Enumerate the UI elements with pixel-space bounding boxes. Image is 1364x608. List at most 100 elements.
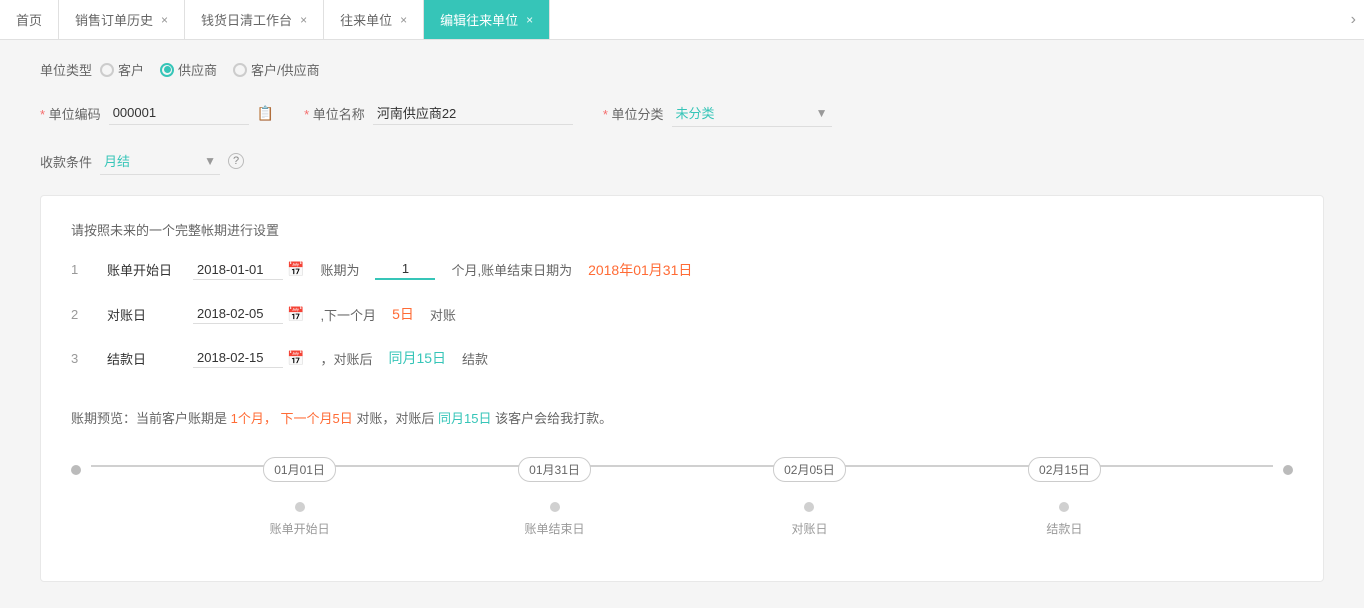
radio-supplier-circle — [160, 63, 174, 77]
period-input[interactable] — [375, 259, 435, 280]
unit-code-label: 单位编码 — [40, 104, 101, 123]
tab-sales-history-close[interactable]: × — [161, 13, 168, 27]
row-3-suffix-post: 结款 — [462, 349, 488, 368]
unit-type-row: 单位类型 客户 供应商 客户/供应商 — [40, 60, 1324, 79]
timeline-end-circle — [1283, 465, 1293, 475]
timeline-start-circle — [71, 465, 81, 475]
card-description: 请按照未来的一个完整帐期进行设置 — [71, 220, 1293, 239]
settlement-row: 3 结款日 2018-02-15 📅 ，对账后 同月15日 结款 — [71, 348, 1293, 368]
tab-home[interactable]: 首页 — [0, 0, 59, 39]
radio-customer-circle — [100, 63, 114, 77]
row-2-suffix-pre: ,下一个月 — [320, 305, 376, 324]
unit-category-value: 未分类 — [676, 103, 808, 122]
row-2-highlight-day: 5日 — [392, 304, 414, 324]
payment-condition-row: 收款条件 月结 ▼ ? — [40, 147, 1324, 175]
tabs-bar: 首页 销售订单历史 × 钱货日清工作台 × 往来单位 × 编辑往来单位 × › — [0, 0, 1364, 40]
tab-cash-work-label: 钱货日清工作台 — [201, 10, 292, 29]
row-3-highlight: 同月15日 — [388, 348, 446, 368]
row-1-calendar-icon[interactable]: 📅 — [287, 261, 304, 278]
tab-home-label: 首页 — [16, 10, 42, 29]
row-3-suffix-pre: ，对账后 — [320, 349, 372, 368]
unit-category-dropdown[interactable]: 未分类 ▼ — [672, 99, 832, 127]
row-1-number: 1 — [71, 262, 91, 277]
tab-partner-close[interactable]: × — [400, 13, 407, 27]
tabs-arrow[interactable]: › — [1343, 11, 1364, 29]
preview-prefix: 账期预览：当前客户账期是 — [71, 411, 227, 426]
payment-condition-dropdown[interactable]: 月结 ▼ — [100, 147, 220, 175]
timeline-dot-1 — [295, 502, 305, 512]
unit-code-input[interactable] — [109, 101, 249, 125]
unit-name-label: 单位名称 — [304, 104, 365, 123]
row-2-date-wrap: 2018-02-05 📅 — [193, 304, 304, 324]
row-3-calendar-icon[interactable]: 📅 — [287, 350, 304, 367]
row-1-date-wrap: 2018-01-01 📅 — [193, 260, 304, 280]
row-1-suffix-pre: 账期为 — [320, 260, 359, 279]
unit-category-arrow: ▼ — [816, 106, 828, 120]
row-3-label: 结款日 — [107, 349, 177, 368]
row-3-date-value: 2018-02-15 — [193, 348, 283, 368]
preview-reconcile: 下一个月5日 — [281, 411, 353, 426]
unit-name-input[interactable] — [373, 101, 573, 125]
preview-middle: 对账，对账后 — [356, 411, 434, 426]
radio-both-label: 客户/供应商 — [251, 60, 320, 79]
row-2-label: 对账日 — [107, 305, 177, 324]
row-3-date-wrap: 2018-02-15 📅 — [193, 348, 304, 368]
unit-category-field: 单位分类 未分类 ▼ — [603, 99, 832, 127]
timeline-dot-3 — [804, 502, 814, 512]
radio-customer-label: 客户 — [118, 60, 144, 79]
unit-type-field: 单位类型 客户 供应商 客户/供应商 — [40, 60, 320, 79]
tab-partner[interactable]: 往来单位 × — [324, 0, 424, 39]
payment-condition-value: 月结 — [104, 151, 196, 170]
unit-type-radios: 客户 供应商 客户/供应商 — [100, 60, 320, 79]
unit-code-icon[interactable]: 📋 — [257, 105, 274, 122]
timeline-label-4: 结款日 — [1046, 520, 1082, 537]
tab-edit-partner[interactable]: 编辑往来单位 × — [424, 0, 550, 39]
timeline-dot-4 — [1059, 502, 1069, 512]
unit-info-row: 单位编码 📋 单位名称 单位分类 未分类 ▼ — [40, 99, 1324, 127]
tab-edit-partner-close[interactable]: × — [526, 13, 533, 27]
reconcile-row: 2 对账日 2018-02-05 📅 ,下一个月 5日 对账 — [71, 304, 1293, 324]
row-1-suffix-post: 个月,账单结束日期为 — [451, 260, 572, 279]
timeline-end-dot — [1283, 465, 1293, 475]
payment-condition-field: 收款条件 月结 ▼ ? — [40, 147, 244, 175]
row-3-number: 3 — [71, 351, 91, 366]
radio-both-circle — [233, 63, 247, 77]
radio-customer[interactable]: 客户 — [100, 60, 144, 79]
unit-code-field: 单位编码 📋 — [40, 101, 274, 125]
timeline: 01月01日 账单开始日 01月31日 账单结束日 02月05日 对账日 02月… — [71, 447, 1293, 557]
row-2-number: 2 — [71, 307, 91, 322]
row-1-label: 账单开始日 — [107, 260, 177, 279]
payment-condition-label: 收款条件 — [40, 152, 92, 171]
unit-category-label: 单位分类 — [603, 104, 664, 123]
radio-supplier-label: 供应商 — [178, 60, 217, 79]
unit-type-label: 单位类型 — [40, 60, 92, 79]
tab-sales-history[interactable]: 销售订单历史 × — [59, 0, 185, 39]
preview-section: 账期预览：当前客户账期是 1个月， 下一个月5日 对账，对账后 同月15日 该客… — [71, 392, 1293, 427]
tab-cash-work-close[interactable]: × — [300, 13, 307, 27]
timeline-node-2: 01月31日 账单结束日 — [518, 457, 591, 537]
timeline-label-1: 账单开始日 — [270, 520, 330, 537]
tab-sales-history-label: 销售订单历史 — [75, 10, 153, 29]
row-2-calendar-icon[interactable]: 📅 — [287, 306, 304, 323]
row-1-highlight: 2018年01月31日 — [588, 260, 692, 280]
preview-payment: 同月15日 — [438, 411, 491, 426]
radio-supplier[interactable]: 供应商 — [160, 60, 217, 79]
unit-name-field: 单位名称 — [304, 101, 573, 125]
timeline-dot-2 — [550, 502, 560, 512]
timeline-start-dot — [71, 465, 81, 475]
account-start-row: 1 账单开始日 2018-01-01 📅 账期为 个月,账单结束日期为 2018… — [71, 259, 1293, 280]
timeline-label-3: 对账日 — [791, 520, 827, 537]
radio-both[interactable]: 客户/供应商 — [233, 60, 320, 79]
preview-1-month: 1个月， — [231, 411, 277, 426]
timeline-node-4: 02月15日 结款日 — [1028, 457, 1101, 537]
timeline-badge-4: 02月15日 — [1028, 457, 1101, 482]
tab-cash-work[interactable]: 钱货日清工作台 × — [185, 0, 324, 39]
row-1-date-value: 2018-01-01 — [193, 260, 283, 280]
preview-suffix: 该客户会给我打款。 — [495, 411, 612, 426]
row-2-date-value: 2018-02-05 — [193, 304, 283, 324]
payment-condition-help[interactable]: ? — [228, 153, 244, 169]
main-content: 单位类型 客户 供应商 客户/供应商 单位编码 📋 — [0, 40, 1364, 608]
timeline-items: 01月01日 账单开始日 01月31日 账单结束日 02月05日 对账日 02月… — [71, 457, 1293, 537]
payment-condition-arrow: ▼ — [204, 154, 216, 168]
timeline-badge-3: 02月05日 — [773, 457, 846, 482]
